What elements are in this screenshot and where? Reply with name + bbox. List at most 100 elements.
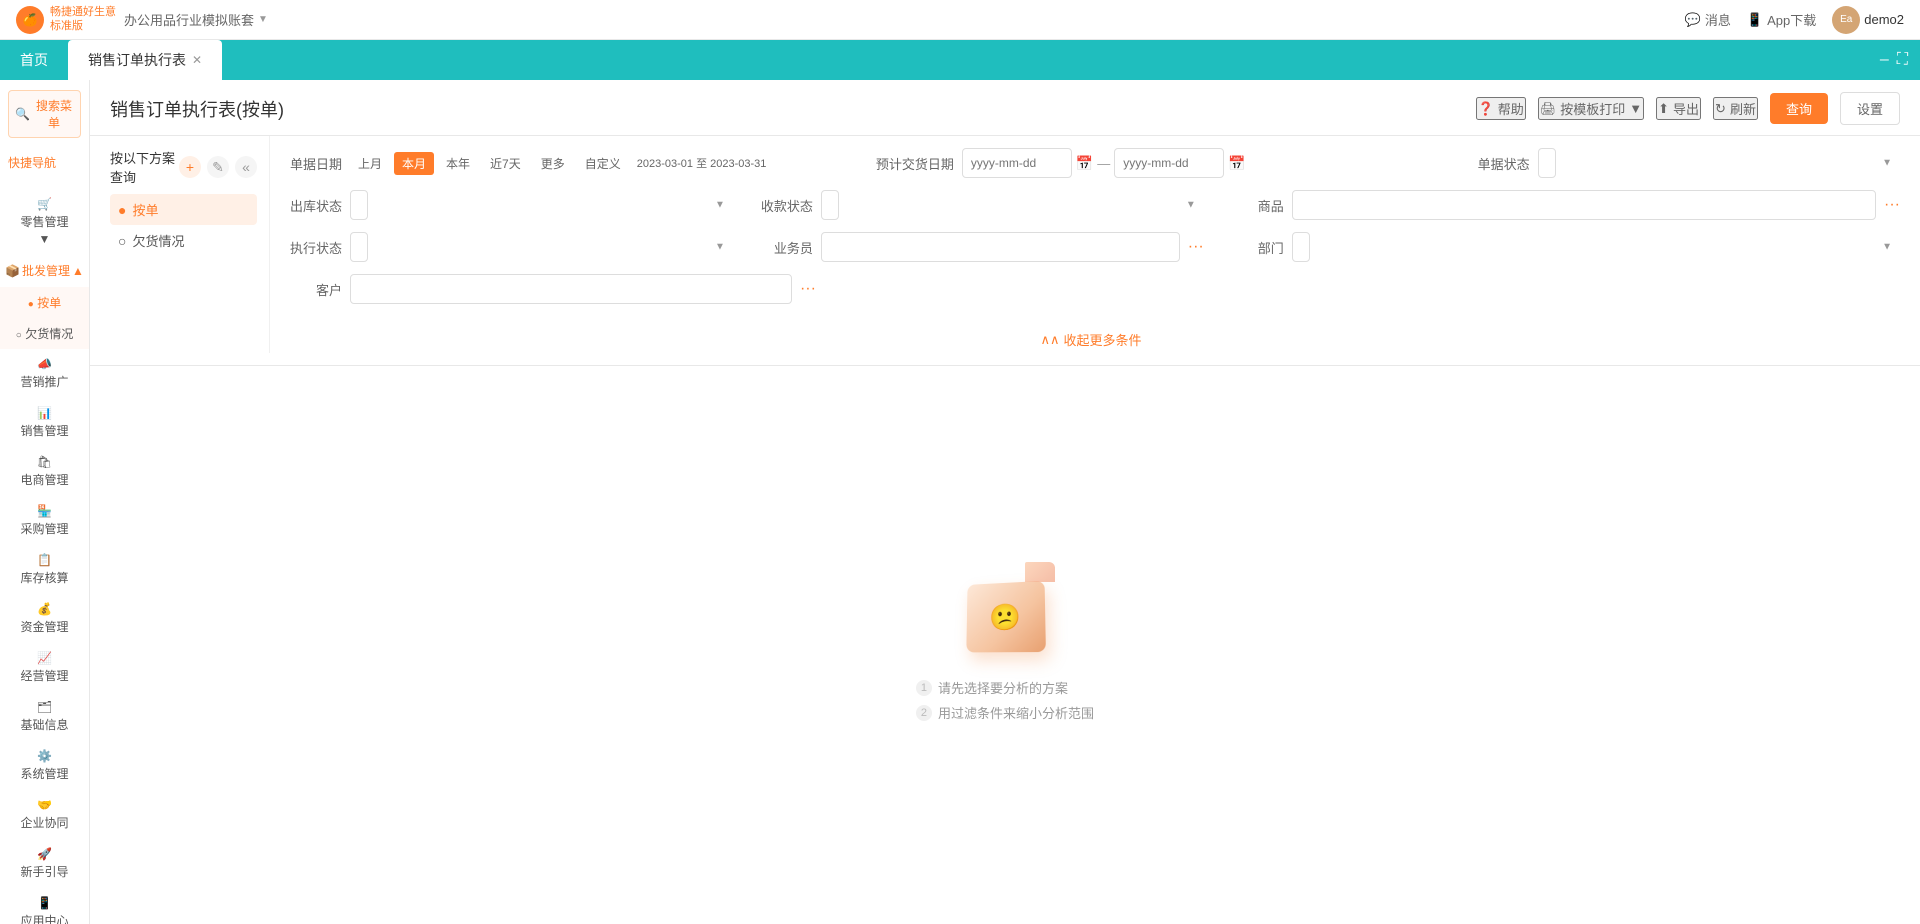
filter-collapse-button[interactable]: ∧∧ 收起更多条件	[282, 324, 1900, 349]
doc-status-select-wrapper	[1538, 148, 1900, 178]
receipt-status-select-wrapper	[821, 190, 1204, 220]
basic-icon: 🗂	[37, 700, 52, 714]
date-range-text: 2023-03-01 至 2023-03-31	[637, 155, 767, 171]
scheme-debt-icon: ○	[118, 233, 126, 249]
ecommerce-icon: 🛍	[37, 455, 52, 469]
goods-more-icon[interactable]: ···	[1884, 196, 1900, 214]
export-button[interactable]: ⬆ 导出	[1656, 97, 1701, 120]
salesperson-input[interactable]	[821, 232, 1180, 262]
sidebar-item-operation[interactable]: 📈 经营管理	[0, 643, 89, 692]
page-selector[interactable]: 办公用品行业模拟账套 ▼	[124, 10, 268, 29]
tab-close-icon[interactable]: ✕	[192, 53, 202, 67]
sidebar-item-retail[interactable]: 🛒 零售管理 ▼	[0, 189, 89, 254]
tab-home[interactable]: 首页	[0, 40, 68, 80]
message-icon: 💬	[1685, 12, 1701, 28]
filter-group-dept: 部门	[1224, 232, 1900, 262]
goods-input[interactable]	[1292, 190, 1876, 220]
date-tab-this-month[interactable]: 本月	[394, 152, 434, 175]
sidebar-sub-item-order[interactable]: ● 按单	[0, 287, 89, 318]
finance-icon: 💰	[37, 602, 52, 616]
debt-icon: ○	[16, 330, 22, 341]
filter-collapse-area: ∧∧ 收起更多条件	[282, 316, 1900, 353]
query-button[interactable]: 查询	[1770, 93, 1828, 124]
content-title-row: 销售订单执行表(按单) ❓ 帮助 🖨 按模板打印 ▼ ⬆ 导出	[110, 92, 1900, 125]
filter-area: 按以下方案查询 + ✎ « ● 按单 ○ 欠货情况	[90, 136, 1920, 366]
filter-collapse-sidebar-button[interactable]: «	[235, 156, 257, 178]
stock-status-select-wrapper	[350, 190, 733, 220]
stock-status-label: 出库状态	[282, 196, 342, 215]
top-bar-right: 💬 消息 📱 App下载 Ea demo2	[1685, 6, 1904, 34]
empty-state: 😕 请先选择要分析的方案 用过滤条件来缩小分析范围	[916, 562, 1094, 728]
settings-button[interactable]: 设置	[1840, 92, 1900, 125]
filter-edit-button[interactable]: ✎	[207, 156, 229, 178]
customer-more-icon[interactable]: ···	[800, 280, 816, 298]
date-tab-7days[interactable]: 近7天	[482, 152, 529, 175]
exec-status-select[interactable]	[350, 232, 368, 262]
sidebar-item-guide[interactable]: 🚀 新手引导	[0, 839, 89, 888]
date-tab-custom[interactable]: 自定义	[577, 152, 629, 175]
sidebar-item-wholesale[interactable]: 📦 批发管理 ▲	[0, 254, 89, 287]
sidebar-search-button[interactable]: 🔍 搜索菜单	[8, 90, 81, 138]
guide-icon: 🚀	[37, 847, 52, 861]
operation-icon: 📈	[37, 651, 52, 665]
filter-row-4: 客户 ···	[282, 274, 1900, 304]
date-tab-last-month[interactable]: 上月	[350, 152, 390, 175]
filter-add-button[interactable]: +	[179, 156, 201, 178]
sidebar-item-system[interactable]: ⚙️ 系统管理	[0, 741, 89, 790]
user-avatar: Ea	[1832, 6, 1860, 34]
filter-row-1: 单据日期 上月 本月 本年 近7天 更多 自定义 2023-03-01 至 20…	[282, 148, 1900, 178]
doc-status-label: 单据状态	[1470, 154, 1530, 173]
app-download-action[interactable]: 📱 App下载	[1747, 10, 1816, 29]
print-icon: 🖨	[1540, 101, 1557, 117]
date-tab-more[interactable]: 更多	[533, 152, 573, 175]
sidebar-item-basic[interactable]: 🗂 基础信息	[0, 692, 89, 741]
tab-minimize-icon[interactable]: –	[1880, 51, 1889, 69]
marketing-icon: 📣	[37, 357, 52, 371]
date-tab-this-year[interactable]: 本年	[438, 152, 478, 175]
filter-group-receipt-status: 收款状态	[753, 190, 1204, 220]
tab-sales-order[interactable]: 销售订单执行表 ✕	[68, 40, 222, 80]
empty-tips: 请先选择要分析的方案 用过滤条件来缩小分析范围	[916, 678, 1094, 728]
expected-date-end-icon[interactable]: 📅	[1228, 155, 1245, 172]
customer-input[interactable]	[350, 274, 792, 304]
sidebar-item-marketing[interactable]: 📣 营销推广	[0, 349, 89, 398]
filter-scheme-debt[interactable]: ○ 欠货情况	[110, 225, 257, 256]
refresh-icon: ↻	[1715, 101, 1726, 117]
help-button[interactable]: ❓ 帮助	[1476, 97, 1526, 120]
sidebar-item-purchase[interactable]: 🏪 采购管理	[0, 496, 89, 545]
empty-icon: 😕	[955, 562, 1055, 662]
order-icon: ●	[28, 299, 34, 310]
stock-status-select[interactable]	[350, 190, 368, 220]
user-avatar-area[interactable]: Ea demo2	[1832, 6, 1904, 34]
expected-date-start-input[interactable]	[962, 148, 1072, 178]
sidebar-item-apps[interactable]: 📱 应用中心	[0, 888, 89, 924]
salesperson-more-icon[interactable]: ···	[1188, 238, 1204, 256]
sidebar-search-area: 🔍 搜索菜单	[0, 80, 89, 144]
sidebar-item-sales[interactable]: 📊 销售管理	[0, 398, 89, 447]
message-action[interactable]: 💬 消息	[1685, 10, 1731, 29]
exec-status-select-wrapper	[350, 232, 733, 262]
filter-main: 单据日期 上月 本月 本年 近7天 更多 自定义 2023-03-01 至 20…	[282, 136, 1900, 353]
filter-scheme-order[interactable]: ● 按单	[110, 194, 257, 225]
cooperation-icon: 🤝	[37, 798, 52, 812]
refresh-button[interactable]: ↻ 刷新	[1713, 97, 1758, 120]
sales-icon: 📊	[37, 406, 52, 420]
expected-date-start-icon[interactable]: 📅	[1076, 155, 1093, 172]
doc-status-select[interactable]	[1538, 148, 1556, 178]
expected-date-end-input[interactable]	[1114, 148, 1224, 178]
sidebar-item-ecommerce[interactable]: 🛍 电商管理	[0, 447, 89, 496]
dept-select[interactable]	[1292, 232, 1310, 262]
sidebar-item-cooperation[interactable]: 🤝 企业协同	[0, 790, 89, 839]
sidebar-sub-item-debt[interactable]: ○ 欠货情况	[0, 318, 89, 349]
customer-label: 客户	[282, 280, 342, 299]
filter-layout: 按以下方案查询 + ✎ « ● 按单 ○ 欠货情况	[110, 136, 1900, 353]
page-title: 销售订单执行表(按单)	[110, 96, 284, 122]
search-icon: 🔍	[15, 107, 30, 121]
filter-group-customer: 客户 ···	[282, 274, 816, 304]
tab-maximize-icon[interactable]: ⛶	[1897, 51, 1908, 69]
receipt-status-select[interactable]	[821, 190, 839, 220]
sidebar-item-inventory[interactable]: 📋 库存核算	[0, 545, 89, 594]
sidebar-item-finance[interactable]: 💰 资金管理	[0, 594, 89, 643]
print-button[interactable]: 🖨 按模板打印 ▼	[1538, 97, 1644, 120]
collapse-icon: ∧∧	[1040, 332, 1059, 348]
